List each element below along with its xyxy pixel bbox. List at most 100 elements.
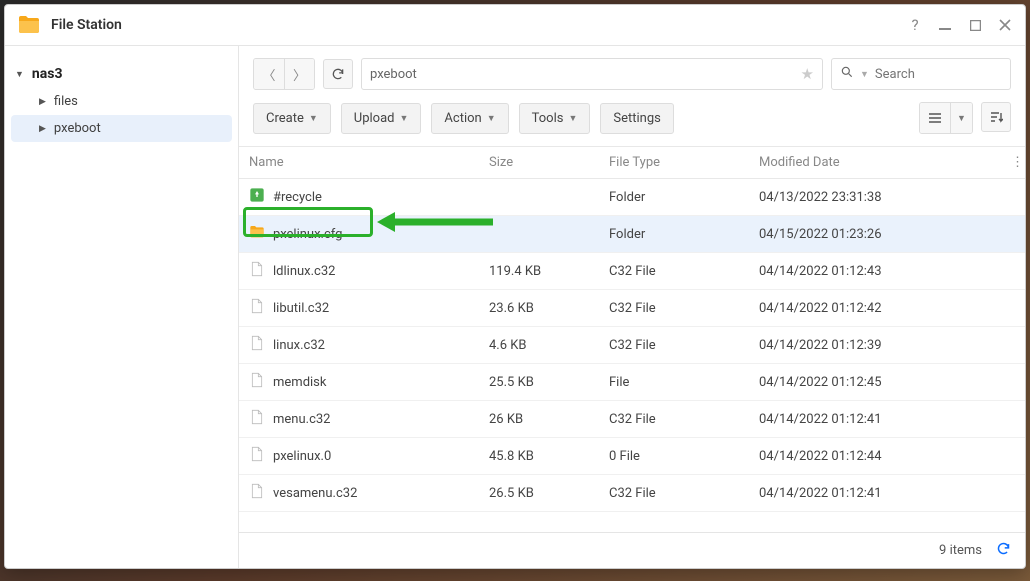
file-size: 26 KB	[479, 404, 599, 435]
file-type: C32 File	[599, 293, 749, 324]
file-type: File	[599, 367, 749, 398]
tree-root[interactable]: ▼ nas3	[5, 60, 238, 88]
col-header-size[interactable]: Size	[479, 147, 599, 178]
table-row[interactable]: vesamenu.c3226.5 KBC32 File04/14/2022 01…	[239, 475, 1025, 512]
file-name: menu.c32	[273, 412, 330, 427]
app-window: File Station ? ▼ nas3 ▶ files ▶ pxeboot	[4, 4, 1026, 569]
settings-button[interactable]: Settings	[600, 103, 673, 134]
path-input[interactable]	[370, 67, 801, 82]
file-icon	[249, 446, 265, 466]
chevron-right-icon: ▶	[39, 97, 46, 107]
view-mode-group: ▼	[919, 102, 973, 134]
close-button[interactable]	[997, 17, 1013, 33]
list-view-button[interactable]	[920, 103, 950, 133]
file-size: 23.6 KB	[479, 293, 599, 324]
file-icon	[249, 298, 265, 318]
file-size: 25.5 KB	[479, 367, 599, 398]
nav-group: 〈 〉	[253, 58, 315, 90]
action-toolbar: Create▼ Upload▼ Action▼ Tools▼ Settings …	[239, 98, 1025, 146]
file-name: ldlinux.c32	[273, 264, 335, 279]
file-size: 119.4 KB	[479, 256, 599, 287]
chevron-right-icon: ▶	[39, 124, 46, 134]
action-button[interactable]: Action▼	[431, 103, 508, 134]
create-button[interactable]: Create▼	[253, 103, 331, 134]
file-size: 26.5 KB	[479, 478, 599, 509]
upload-button[interactable]: Upload▼	[341, 103, 422, 134]
file-modified: 04/14/2022 01:12:43	[749, 256, 1001, 287]
back-button[interactable]: 〈	[254, 59, 284, 89]
table-row[interactable]: pxelinux.0 45.8 KB0 File04/14/2022 01:12:…	[239, 438, 1025, 475]
refresh-button[interactable]	[323, 59, 353, 89]
search-dropdown-icon[interactable]: ▼	[860, 69, 869, 80]
app-icon	[17, 13, 41, 37]
search-box[interactable]: ▼	[831, 58, 1011, 90]
file-modified: 04/14/2022 01:12:45	[749, 367, 1001, 398]
file-modified: 04/13/2022 23:31:38	[749, 182, 1001, 213]
table-header: Name Size File Type Modified Date ⋮	[239, 147, 1025, 179]
file-name: pxelinux.0	[273, 449, 331, 464]
col-header-modified[interactable]: Modified Date	[749, 147, 1001, 178]
view-dropdown-button[interactable]: ▼	[950, 103, 972, 133]
item-count: 9 items	[939, 543, 982, 558]
maximize-button[interactable]	[967, 17, 983, 33]
tree-item-label: pxeboot	[54, 121, 101, 136]
path-box[interactable]: ★	[361, 58, 823, 90]
titlebar: File Station ?	[5, 5, 1025, 46]
tree-item-pxeboot[interactable]: ▶ pxeboot	[11, 115, 232, 142]
file-type: 0 File	[599, 441, 749, 472]
sort-button[interactable]	[981, 102, 1011, 132]
table-row[interactable]: ldlinux.c32 119.4 KBC32 File04/14/2022 01…	[239, 253, 1025, 290]
chevron-down-icon: ▼	[15, 69, 24, 80]
tree-item-label: files	[54, 94, 78, 109]
file-modified: 04/15/2022 01:23:26	[749, 219, 1001, 250]
file-type: Folder	[599, 219, 749, 250]
col-header-type[interactable]: File Type	[599, 147, 749, 178]
caret-down-icon: ▼	[487, 113, 496, 124]
body: ▼ nas3 ▶ files ▶ pxeboot 〈 〉	[5, 46, 1025, 568]
file-name: vesamenu.c32	[273, 486, 357, 501]
table-row[interactable]: pxelinux.cfg Folder04/15/2022 01:23:26	[239, 216, 1025, 253]
table-row[interactable]: libutil.c32 23.6 KBC32 File04/14/2022 01:…	[239, 290, 1025, 327]
file-name: memdisk	[273, 375, 327, 390]
recycle-icon	[249, 187, 265, 207]
table-body: #recycleFolder04/13/2022 23:31:38pxelinu…	[239, 179, 1025, 512]
file-modified: 04/14/2022 01:12:39	[749, 330, 1001, 361]
app-title: File Station	[51, 17, 907, 33]
file-size	[479, 189, 599, 205]
folder-icon	[249, 224, 265, 244]
file-modified: 04/14/2022 01:12:42	[749, 293, 1001, 324]
file-type: C32 File	[599, 404, 749, 435]
file-name: linux.c32	[273, 338, 325, 353]
col-header-menu[interactable]: ⋮	[1001, 147, 1025, 178]
table-row[interactable]: linux.c324.6 KBC32 File04/14/2022 01:12:…	[239, 327, 1025, 364]
col-header-name[interactable]: Name	[239, 147, 479, 178]
table-row[interactable]: #recycleFolder04/13/2022 23:31:38	[239, 179, 1025, 216]
search-input[interactable]	[875, 67, 1002, 82]
file-modified: 04/14/2022 01:12:41	[749, 404, 1001, 435]
navigation-toolbar: 〈 〉 ★ ▼	[239, 46, 1025, 98]
tree-item-files[interactable]: ▶ files	[5, 88, 238, 115]
caret-down-icon: ▼	[400, 113, 409, 124]
file-modified: 04/14/2022 01:12:44	[749, 441, 1001, 472]
file-icon	[249, 335, 265, 355]
table-row[interactable]: menu.c32 26 KBC32 File04/14/2022 01:12:41	[239, 401, 1025, 438]
status-refresh-button[interactable]	[996, 541, 1011, 560]
file-icon	[249, 483, 265, 503]
file-name: libutil.c32	[273, 301, 329, 316]
favorite-star-icon[interactable]: ★	[801, 65, 814, 83]
file-size: 45.8 KB	[479, 441, 599, 472]
main-panel: 〈 〉 ★ ▼ Create▼	[239, 46, 1025, 568]
forward-button[interactable]: 〉	[284, 59, 314, 89]
minimize-button[interactable]	[937, 17, 953, 33]
tools-button[interactable]: Tools▼	[519, 103, 591, 134]
file-table: Name Size File Type Modified Date ⋮ #rec…	[239, 146, 1025, 532]
file-size	[479, 226, 599, 242]
file-name: #recycle	[273, 190, 322, 205]
caret-down-icon: ▼	[568, 113, 577, 124]
file-icon	[249, 372, 265, 392]
table-row[interactable]: memdisk 25.5 KBFile04/14/2022 01:12:45	[239, 364, 1025, 401]
file-type: C32 File	[599, 256, 749, 287]
help-button[interactable]: ?	[907, 17, 923, 33]
file-icon	[249, 409, 265, 429]
file-name: pxelinux.cfg	[273, 227, 342, 242]
